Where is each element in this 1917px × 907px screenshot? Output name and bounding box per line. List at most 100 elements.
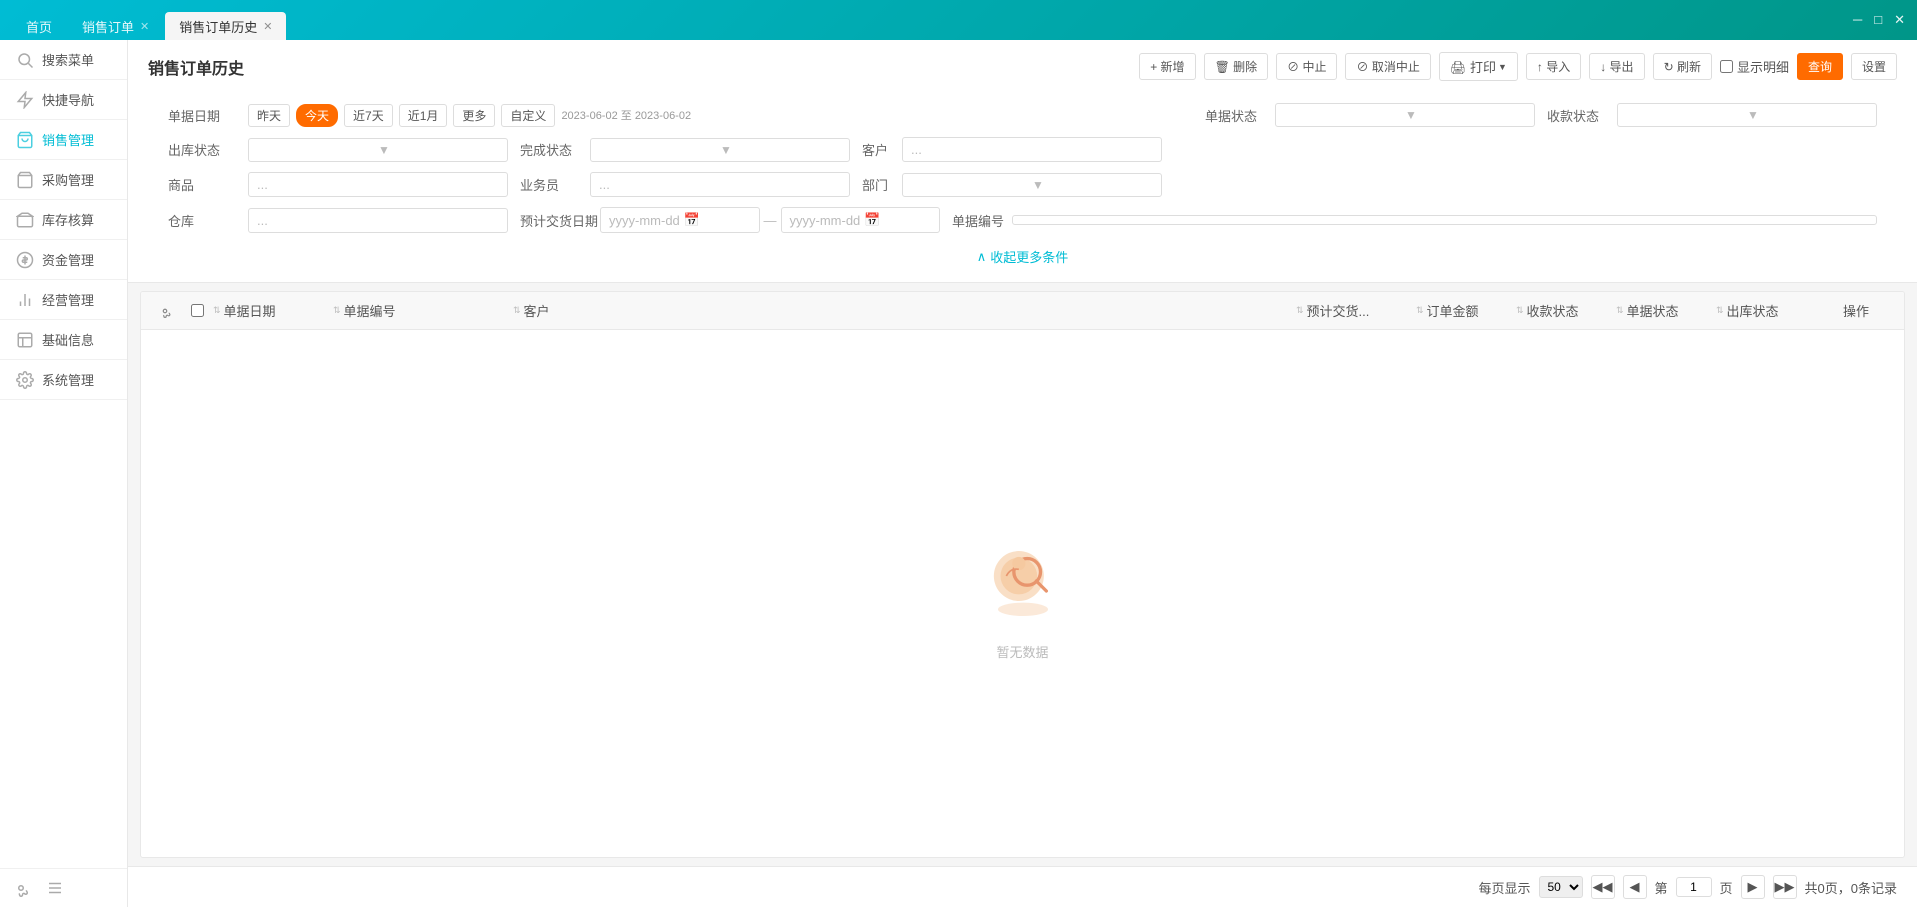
th-order-status[interactable]: ⇅ 单据状态 — [1616, 301, 1716, 320]
box-icon — [16, 211, 34, 229]
sort-icon-delivery: ⇅ — [1296, 305, 1304, 316]
first-page-button[interactable]: ◀◀ — [1591, 875, 1615, 899]
pagination: 每页显示 50 ◀◀ ◀ 第 页 ▶ ▶▶ 共0页，0条记录 — [128, 866, 1917, 907]
sidebar-item-finance[interactable]: 资金管理 — [0, 240, 127, 280]
department-select[interactable]: ▼ — [902, 173, 1162, 197]
page-number-input[interactable] — [1676, 877, 1712, 897]
status-select[interactable]: ▼ — [1275, 103, 1535, 127]
refresh-button[interactable]: ↻ 刷新 — [1653, 53, 1712, 80]
date-more[interactable]: 更多 — [453, 104, 495, 127]
th-payment-status[interactable]: ⇅ 收款状态 — [1516, 301, 1616, 320]
th-customer[interactable]: ⇅ 客户 — [513, 301, 1296, 320]
calendar-from-icon[interactable]: 📅 — [684, 212, 700, 228]
sidebar-item-sales[interactable]: 销售管理 — [0, 120, 127, 160]
print-dropdown-icon: ▼ — [1498, 62, 1507, 72]
sidebar-bottom — [0, 868, 127, 907]
last-page-button[interactable]: ▶▶ — [1773, 875, 1797, 899]
tab-home[interactable]: 首页 — [12, 12, 66, 40]
complete-status-select[interactable]: ▼ — [590, 138, 850, 162]
th-date[interactable]: ⇅ 单据日期 — [213, 301, 333, 320]
next-page-icon: ▶ — [1748, 879, 1758, 895]
date-filter-control: 昨天 今天 近7天 近1月 更多 自定义 2023-06-02 至 2023-0… — [248, 104, 1205, 127]
cart-icon — [16, 131, 34, 149]
next-page-button[interactable]: ▶ — [1741, 875, 1765, 899]
add-button[interactable]: + 新增 — [1139, 53, 1195, 80]
th-delivery-status[interactable]: ⇅ 出库状态 — [1716, 301, 1816, 320]
sort-icon-payment: ⇅ — [1516, 305, 1524, 316]
chart-icon — [16, 291, 34, 309]
show-detail-input[interactable] — [1720, 60, 1733, 73]
order-number-input[interactable] — [1012, 215, 1877, 225]
sidebar-item-purchase[interactable]: 采购管理 — [0, 160, 127, 200]
sidebar-item-quicknav[interactable]: 快捷导航 — [0, 80, 127, 120]
sidebar-item-system[interactable]: 系统管理 — [0, 360, 127, 400]
sidebar: 搜索菜单 快捷导航 销售管理 采购管理 库存核算 资金管理 经营管理 基础信息 — [0, 40, 128, 907]
settings-bottom-icon[interactable] — [12, 879, 30, 897]
salesperson-input[interactable]: ... — [590, 172, 850, 197]
delivery-dropdown-icon: ▼ — [378, 143, 499, 157]
sidebar-item-operations[interactable]: 经营管理 — [0, 280, 127, 320]
calendar-to-icon[interactable]: 📅 — [864, 212, 880, 228]
department-dropdown-icon: ▼ — [1032, 178, 1153, 192]
search-icon — [16, 51, 34, 69]
filter-row-4: 仓库 ... 预计交货日期 yyyy-mm-dd 📅 — yyyy-mm-dd — [168, 207, 1877, 233]
maximize-button[interactable]: □ — [1874, 12, 1882, 28]
minimize-button[interactable]: ─ — [1853, 12, 1862, 28]
money-icon — [16, 251, 34, 269]
cancel-stop-button[interactable]: ⊘ 取消中止 — [1345, 53, 1430, 80]
product-input[interactable]: ... — [248, 172, 508, 197]
sidebar-item-inventory[interactable]: 库存核算 — [0, 200, 127, 240]
toolbar: + 新增 🗑 删除 ⊘ 中止 ⊘ 取消中止 🖨 打印 ▼ ↑ 导入 ↓ 导出 ↻… — [1139, 52, 1897, 81]
query-button[interactable]: 查询 — [1797, 53, 1843, 80]
customer-input[interactable]: ... — [902, 137, 1162, 162]
table-select-all[interactable] — [181, 304, 213, 317]
close-button[interactable]: ✕ — [1894, 12, 1905, 28]
prev-page-button[interactable]: ◀ — [1623, 875, 1647, 899]
date-separator: — — [764, 213, 777, 228]
delivery-status-select[interactable]: ▼ — [248, 138, 508, 162]
collapse-sidebar-icon[interactable] — [46, 879, 64, 897]
select-all-checkbox[interactable] — [191, 304, 204, 317]
sort-icon-number: ⇅ — [333, 305, 341, 316]
date-range-display: 2023-06-02 至 2023-06-02 — [561, 107, 691, 123]
date-today[interactable]: 今天 — [296, 104, 338, 127]
delivery-date-from[interactable]: yyyy-mm-dd 📅 — [600, 207, 760, 233]
empty-state: 暂无数据 — [933, 486, 1113, 701]
lightning-icon — [16, 91, 34, 109]
th-delivery[interactable]: ⇅ 预计交货... — [1296, 301, 1416, 320]
close-tab-sales-order[interactable]: ✕ — [140, 20, 149, 33]
info-icon — [16, 331, 34, 349]
date-custom[interactable]: 自定义 — [501, 104, 555, 127]
filter-row-3: 商品 ... 业务员 ... 部门 ▼ — [168, 172, 1877, 197]
show-detail-checkbox[interactable]: 显示明细 — [1720, 57, 1789, 76]
date-yesterday[interactable]: 昨天 — [248, 104, 290, 127]
export-button[interactable]: ↓ 导出 — [1589, 53, 1644, 80]
date-7days[interactable]: 近7天 — [344, 104, 393, 127]
window-controls: ─ □ ✕ — [1853, 12, 1905, 28]
sort-icon-delivery-status: ⇅ — [1716, 305, 1724, 316]
date-1month[interactable]: 近1月 — [399, 104, 448, 127]
th-number[interactable]: ⇅ 单据编号 — [333, 301, 513, 320]
collapse-bar[interactable]: ∧ 收起更多条件 — [168, 243, 1877, 274]
warehouse-input[interactable]: ... — [248, 208, 508, 233]
sidebar-item-search[interactable]: 搜索菜单 — [0, 40, 127, 80]
table-settings-button[interactable] — [149, 304, 181, 318]
per-page-select[interactable]: 50 — [1539, 876, 1583, 898]
print-button[interactable]: 🖨 打印 ▼ — [1439, 52, 1518, 81]
prev-page-icon: ◀ — [1630, 879, 1640, 895]
stop-button[interactable]: ⊘ 中止 — [1276, 53, 1337, 80]
th-amount[interactable]: ⇅ 订单金额 — [1416, 301, 1516, 320]
close-tab-history[interactable]: ✕ — [263, 20, 272, 33]
date-filter: 昨天 今天 近7天 近1月 更多 自定义 2023-06-02 至 2023-0… — [248, 104, 691, 127]
sidebar-item-basic-info[interactable]: 基础信息 — [0, 320, 127, 360]
tab-sales-order[interactable]: 销售订单 ✕ — [68, 12, 163, 40]
delete-button[interactable]: 🗑 删除 — [1204, 53, 1269, 80]
import-button[interactable]: ↑ 导入 — [1526, 53, 1581, 80]
table-section: ⇅ 单据日期 ⇅ 单据编号 ⇅ 客户 ⇅ 预计交货... ⇅ 订单金额 — [140, 291, 1905, 858]
tab-sales-order-history[interactable]: 销售订单历史 ✕ — [165, 12, 286, 40]
first-page-icon: ◀◀ — [1593, 879, 1613, 895]
delivery-date-to[interactable]: yyyy-mm-dd 📅 — [781, 207, 941, 233]
sort-icon-order-status: ⇅ — [1616, 305, 1624, 316]
settings-button[interactable]: 设置 — [1851, 53, 1897, 80]
payment-status-select[interactable]: ▼ — [1617, 103, 1877, 127]
